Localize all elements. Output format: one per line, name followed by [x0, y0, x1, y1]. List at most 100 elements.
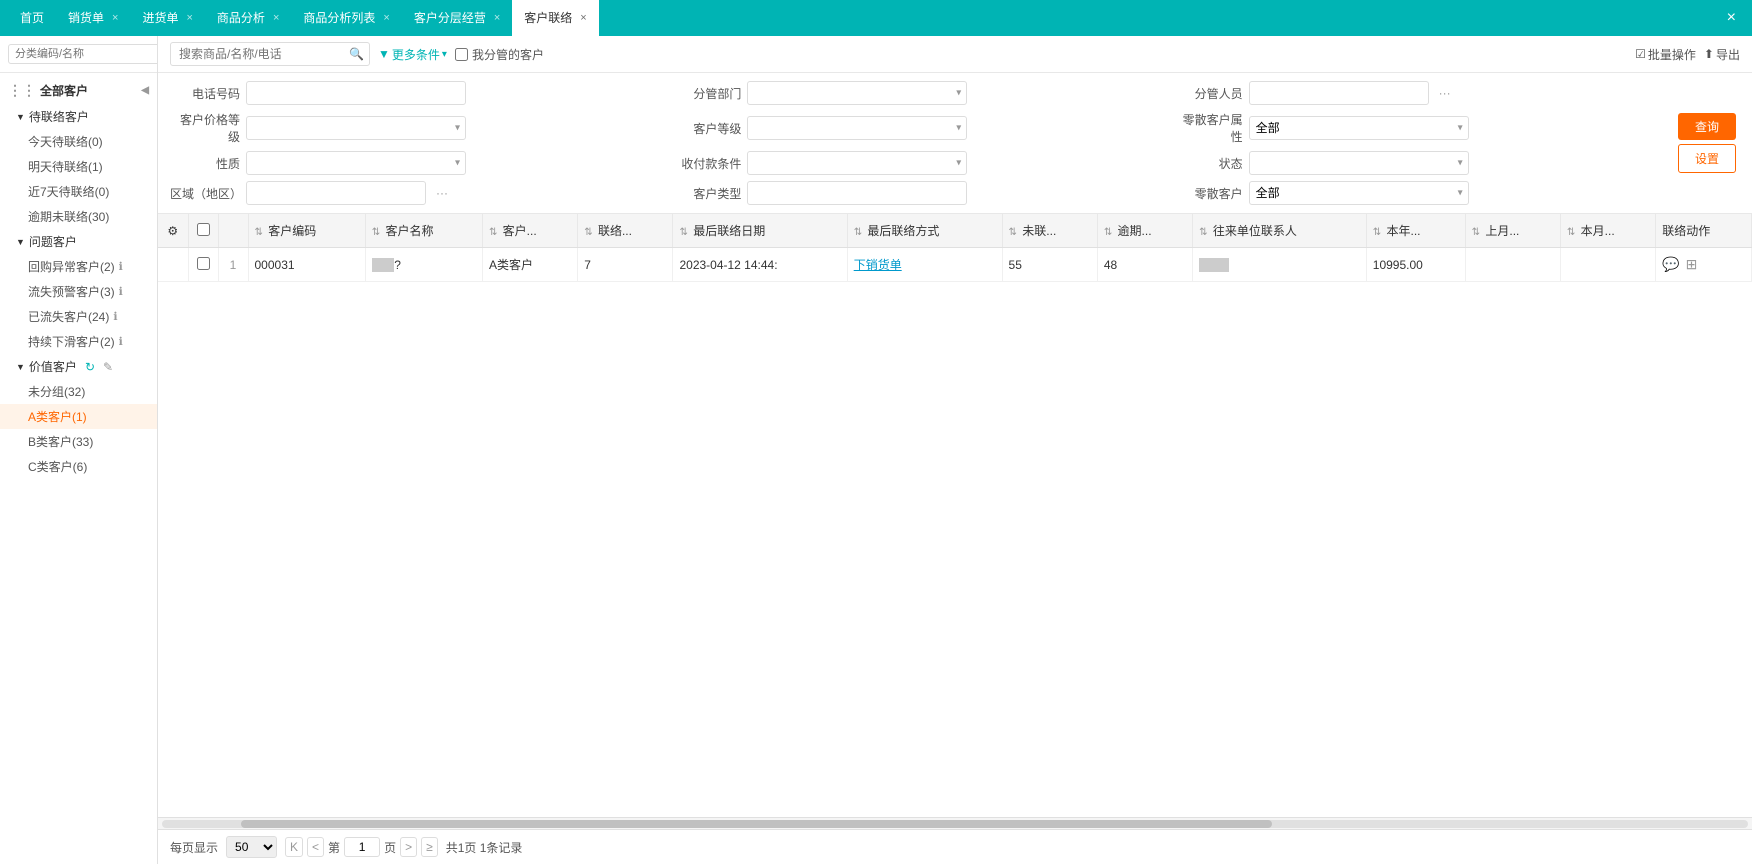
- table-select-all[interactable]: [197, 223, 210, 236]
- sidebar-search-input[interactable]: [8, 44, 158, 64]
- export-btn[interactable]: ⬆ 导出: [1704, 46, 1740, 63]
- sidebar-item-churn-warning[interactable]: 流失预警客户(3) ℹ: [0, 279, 157, 304]
- nature-select[interactable]: [246, 151, 466, 175]
- sidebar-item-today[interactable]: 今天待联络(0): [0, 129, 157, 154]
- sidebar-pending-contact-section[interactable]: ▼ 待联络客户: [0, 104, 157, 129]
- status-select[interactable]: [1249, 151, 1469, 175]
- row-last-method-link[interactable]: 下销货单: [854, 258, 902, 272]
- customer-type-label: 客户类型: [671, 185, 741, 202]
- table-col-unit-contact: ⇅ 往来单位联系人: [1193, 214, 1367, 248]
- filter-search-wrap: 🔍: [170, 42, 370, 66]
- customer-type-input[interactable]: [747, 181, 967, 205]
- last-page-btn[interactable]: ≥: [421, 837, 438, 857]
- customer-level-select[interactable]: [747, 116, 967, 140]
- filter-search-icon[interactable]: 🔍: [349, 47, 364, 61]
- row-name: ■■?: [365, 248, 482, 282]
- settings-button[interactable]: 设置: [1678, 144, 1736, 173]
- payment-select[interactable]: [747, 151, 967, 175]
- chat-icon[interactable]: 💬: [1662, 256, 1679, 273]
- page-input[interactable]: [344, 837, 380, 857]
- sidebar-value-customers-section[interactable]: ▼ 价值客户 ↻ ✎: [0, 354, 157, 379]
- sidebar-all-customers[interactable]: ⋮⋮ 全部客户 ◀: [0, 77, 157, 104]
- nav-item-customer-tier[interactable]: 客户分层经营 ×: [402, 0, 512, 36]
- pagination-bar: 每页显示 50 100 K < 第 页 > ≥ 共1页 1条记录: [158, 829, 1752, 864]
- page-size-select[interactable]: 50 100: [226, 836, 277, 858]
- gear-icon[interactable]: ⚙: [167, 224, 178, 238]
- retail-select[interactable]: 全部: [1249, 181, 1469, 205]
- nav-close-analysis-list[interactable]: ×: [383, 0, 389, 36]
- refresh-icon[interactable]: ↻: [85, 360, 95, 374]
- sidebar-problem-customers-section[interactable]: ▼ 问题客户: [0, 229, 157, 254]
- row-uncontacted: 55: [1002, 248, 1097, 282]
- sidebar-item-class-c[interactable]: C类客户(6): [0, 454, 157, 479]
- nature-label: 性质: [170, 155, 240, 172]
- col-sort-icon-12: ⇅: [1567, 227, 1575, 238]
- manager-dots-icon[interactable]: ···: [1439, 86, 1451, 100]
- nav-close-purchase[interactable]: ×: [186, 0, 192, 36]
- phone-label: 电话号码: [170, 85, 240, 102]
- nav-item-analysis[interactable]: 商品分析 ×: [205, 0, 291, 36]
- region-dots-icon[interactable]: ···: [436, 186, 448, 200]
- table-col-num: [218, 214, 248, 248]
- batch-operation-btn[interactable]: ☑ 批量操作: [1635, 46, 1696, 63]
- sidebar-item-class-a[interactable]: A类客户(1): [0, 404, 157, 429]
- manager-input[interactable]: [1249, 81, 1429, 105]
- next-page-btn[interactable]: >: [400, 837, 417, 857]
- retail-attr-select[interactable]: 全部: [1249, 116, 1469, 140]
- price-level-select[interactable]: [246, 116, 466, 140]
- col-sort-icon-4: ⇅: [584, 227, 592, 238]
- nav-item-purchase[interactable]: 进货单 ×: [130, 0, 204, 36]
- sidebar-item-tomorrow[interactable]: 明天待联络(1): [0, 154, 157, 179]
- sidebar: 🔍 ⋮⋮ 全部客户 ◀ ▼ 待联络客户 今天待联络(0) 明天待联络(1) 近7…: [0, 36, 158, 864]
- my-customers-checkbox[interactable]: [455, 48, 468, 61]
- filter-icon: ▼: [378, 47, 390, 61]
- dept-select[interactable]: [747, 81, 967, 105]
- nav-item-customer-contact[interactable]: 客户联络 ×: [512, 0, 598, 36]
- table-col-last-month: ⇅ 上月...: [1465, 214, 1560, 248]
- sidebar-item-ungroup[interactable]: 未分组(32): [0, 379, 157, 404]
- col-sort-icon-6: ⇅: [854, 227, 862, 238]
- sidebar-item-7days[interactable]: 近7天待联络(0): [0, 179, 157, 204]
- sidebar-item-repurchase[interactable]: 回购异常客户(2) ℹ: [0, 254, 157, 279]
- row-gear: [158, 248, 188, 282]
- sidebar-item-class-b[interactable]: B类客户(33): [0, 429, 157, 454]
- filter-row-2: 客户价格等级 ▾ 客户等级 ▾: [170, 111, 1662, 145]
- sidebar-search-area: 🔍: [0, 36, 157, 73]
- prev-page-btn[interactable]: <: [307, 837, 324, 857]
- first-page-btn[interactable]: K: [285, 837, 303, 857]
- nav-close-all[interactable]: ×: [1719, 9, 1744, 27]
- row-checkbox: [188, 248, 218, 282]
- region-input[interactable]: [246, 181, 426, 205]
- row-num: 1: [218, 248, 248, 282]
- filter-search-input[interactable]: [170, 42, 370, 66]
- nav-item-analysis-list[interactable]: 商品分析列表 ×: [291, 0, 401, 36]
- horizontal-scrollbar[interactable]: [158, 817, 1752, 829]
- row-select-checkbox[interactable]: [197, 257, 210, 270]
- page-size-label: 每页显示: [170, 839, 218, 856]
- table-col-check: [188, 214, 218, 248]
- query-button[interactable]: 查询: [1678, 113, 1736, 140]
- nav-close-sales[interactable]: ×: [112, 0, 118, 36]
- more-conditions-btn[interactable]: ▼ 更多条件 ▾: [378, 46, 447, 63]
- sidebar-item-declining[interactable]: 持续下滑客户(2) ℹ: [0, 329, 157, 354]
- nav-item-sales[interactable]: 销货单 ×: [56, 0, 130, 36]
- advanced-filter: 电话号码 分管部门 ▾ 分管人员: [158, 73, 1752, 214]
- row-ctype: A类客户: [482, 248, 577, 282]
- table-col-this-year: ⇅ 本年...: [1366, 214, 1465, 248]
- chevron-down-icon: ▾: [442, 49, 447, 60]
- row-this-month: [1560, 248, 1655, 282]
- payment-label: 收付款条件: [671, 155, 741, 172]
- dots-grid-icon: ⋮⋮: [8, 82, 36, 99]
- row-this-year: 10995.00: [1366, 248, 1465, 282]
- nav-item-home[interactable]: 首页: [8, 0, 56, 36]
- col-sort-icon-10: ⇅: [1373, 227, 1381, 238]
- nav-close-analysis[interactable]: ×: [273, 0, 279, 36]
- edit-icon[interactable]: ✎: [103, 360, 113, 374]
- filter-manager: 分管人员 ···: [1173, 81, 1662, 105]
- sidebar-item-overdue[interactable]: 逾期未联络(30): [0, 204, 157, 229]
- sidebar-item-churned[interactable]: 已流失客户(24) ℹ: [0, 304, 157, 329]
- phone-input[interactable]: [246, 81, 466, 105]
- nav-close-customer-contact[interactable]: ×: [580, 0, 586, 36]
- qr-icon[interactable]: ⊞: [1686, 256, 1698, 273]
- nav-close-customer-tier[interactable]: ×: [494, 0, 500, 36]
